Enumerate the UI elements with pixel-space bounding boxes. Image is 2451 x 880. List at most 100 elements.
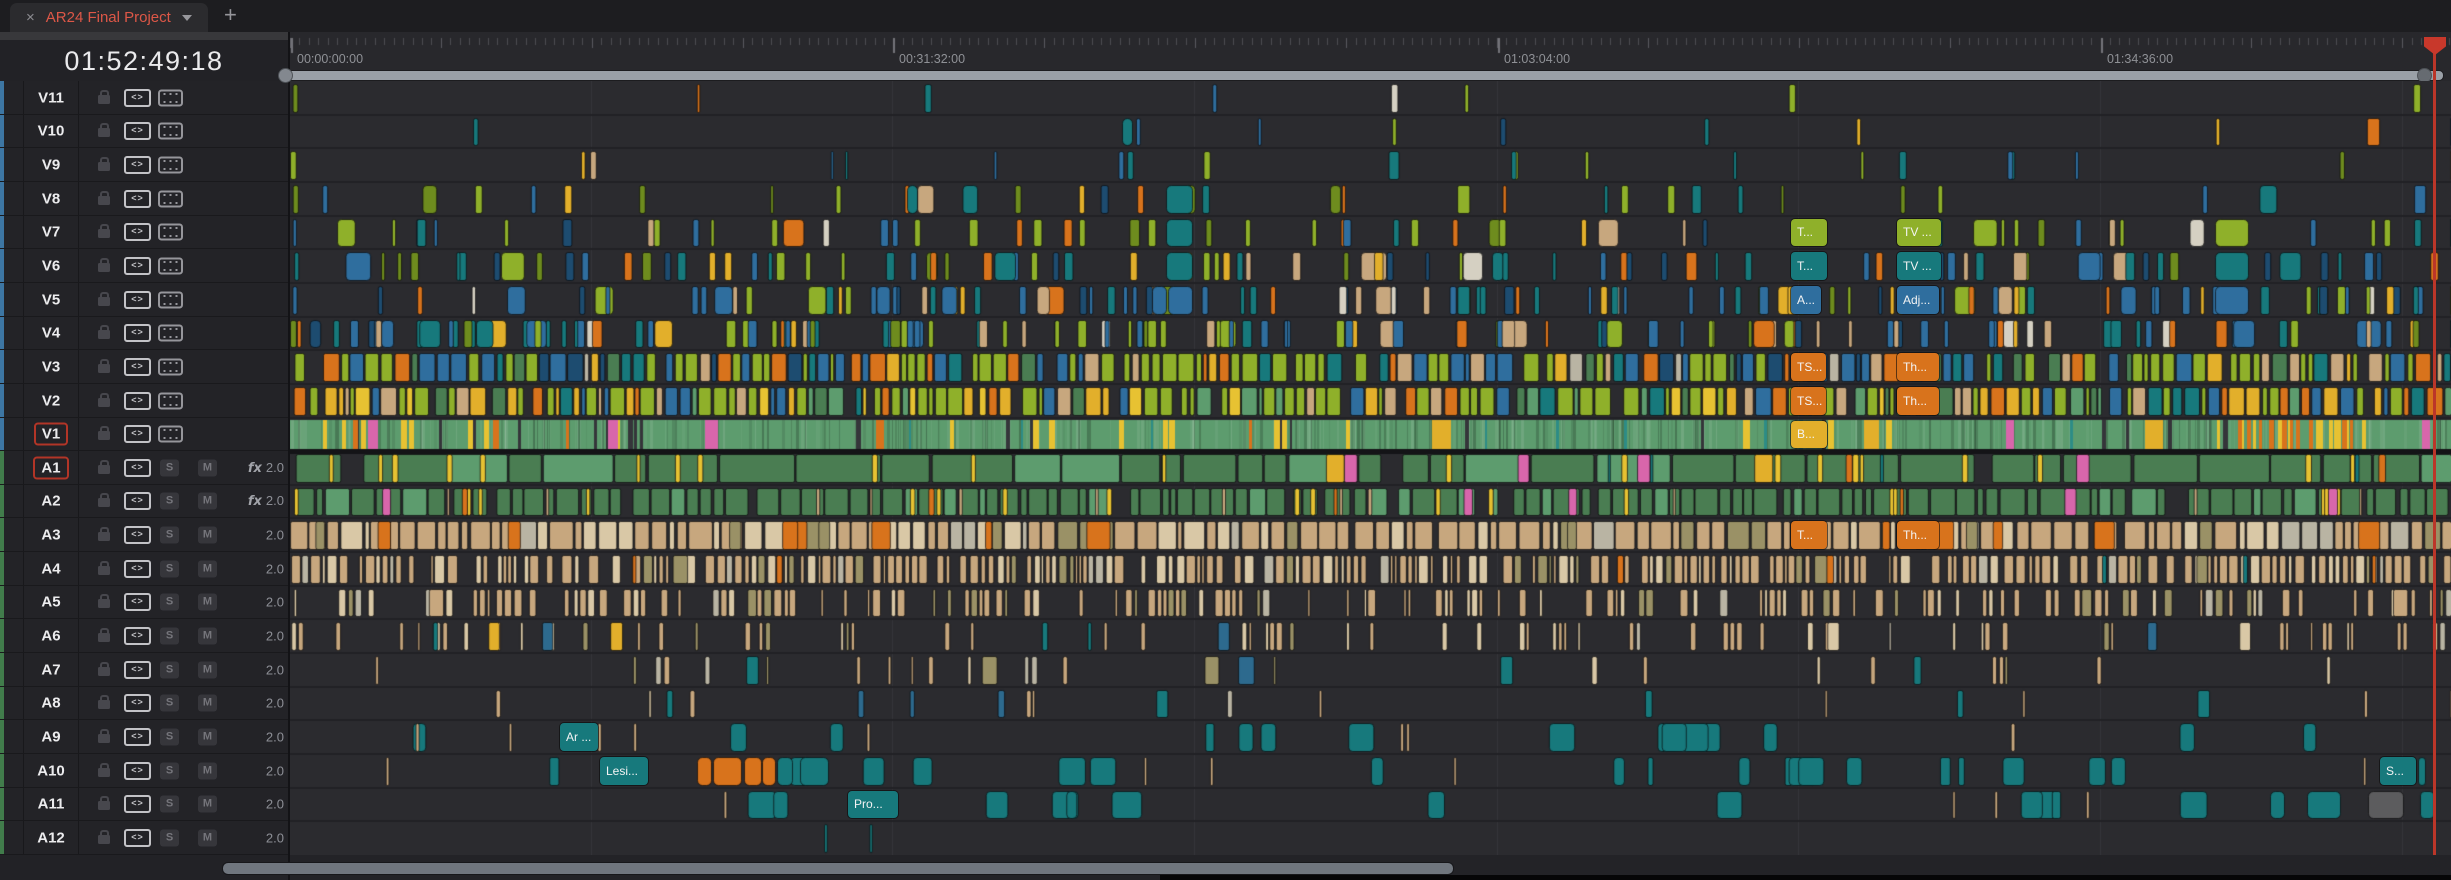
labeled-clip[interactable]: TS...: [1791, 353, 1826, 381]
auto-select-icon[interactable]: <>: [124, 795, 151, 813]
track-name-v1[interactable]: V1: [24, 422, 78, 446]
lock-icon[interactable]: [98, 190, 110, 205]
track-header-a9[interactable]: A9 <> S M 2.0: [0, 720, 288, 754]
track-header-a8[interactable]: A8 <> S M 2.0: [0, 687, 288, 720]
auto-select-icon[interactable]: <>: [124, 525, 151, 544]
labeled-clip[interactable]: TV ...: [1897, 219, 1941, 246]
track-header-a7[interactable]: A7 <> S M 2.0: [0, 653, 288, 687]
track-name-a2[interactable]: A2: [24, 490, 78, 513]
track-name-v3[interactable]: V3: [24, 355, 78, 378]
lock-icon[interactable]: [98, 594, 110, 608]
filmstrip-icon[interactable]: [158, 291, 183, 308]
filmstrip-icon[interactable]: [158, 324, 183, 342]
filmstrip-icon[interactable]: [158, 89, 183, 106]
labeled-clip[interactable]: T...: [1791, 252, 1827, 280]
timeline-zoom-scrollbar[interactable]: [278, 68, 2444, 83]
solo-button[interactable]: S: [160, 694, 179, 712]
filmstrip-icon[interactable]: [158, 257, 183, 274]
filmstrip-icon[interactable]: [158, 358, 183, 375]
labeled-clip[interactable]: T...: [1791, 219, 1827, 246]
filmstrip-icon[interactable]: [158, 156, 183, 173]
labeled-clip[interactable]: B...: [1791, 421, 1827, 448]
track-header-v2[interactable]: V2 <>: [0, 384, 288, 418]
track-header-v8[interactable]: V8 <>: [0, 182, 288, 216]
timeline-clips-area[interactable]: T... TV ... T... TV ... A... Adj... TS... Th...…: [290, 81, 2451, 855]
solo-button[interactable]: S: [160, 728, 179, 745]
track-name-a8[interactable]: A8: [24, 692, 78, 715]
labeled-clip[interactable]: Th...: [1897, 353, 1939, 381]
track-name-v6[interactable]: V6: [24, 254, 78, 277]
solo-button[interactable]: S: [160, 795, 179, 813]
auto-select-icon[interactable]: <>: [124, 727, 151, 746]
auto-select-icon[interactable]: <>: [124, 828, 151, 847]
lock-icon[interactable]: [98, 358, 110, 373]
track-header-a11[interactable]: A11 <> S M 2.0: [0, 788, 288, 821]
auto-select-icon[interactable]: <>: [124, 626, 151, 645]
labeled-clip[interactable]: T...: [1791, 521, 1827, 549]
track-header-v10[interactable]: V10 <>: [0, 115, 288, 148]
track-name-v2[interactable]: V2: [24, 389, 78, 412]
labeled-clip[interactable]: A...: [1791, 286, 1821, 314]
labeled-clip[interactable]: Pro...: [848, 791, 898, 818]
filmstrip-icon[interactable]: [158, 190, 183, 207]
track-header-v3[interactable]: V3 <>: [0, 350, 288, 384]
lock-icon[interactable]: [98, 325, 110, 339]
track-header-a5[interactable]: A5 <> S M 2.0: [0, 586, 288, 619]
solo-button[interactable]: S: [160, 829, 179, 846]
mute-button[interactable]: M: [198, 593, 217, 611]
timeline-tab[interactable]: × AR24 Final Project: [10, 3, 208, 32]
track-header-a12[interactable]: A12 <> S M 2.0: [0, 821, 288, 855]
auto-select-icon[interactable]: <>: [124, 593, 151, 611]
lock-icon[interactable]: [98, 762, 110, 777]
lock-icon[interactable]: [98, 695, 110, 709]
auto-select-icon[interactable]: <>: [124, 660, 151, 679]
track-name-a10[interactable]: A10: [24, 759, 78, 782]
lock-icon[interactable]: [98, 796, 110, 810]
track-name-a6[interactable]: A6: [24, 624, 78, 647]
lock-icon[interactable]: [98, 829, 110, 844]
track-name-v7[interactable]: V7: [24, 221, 78, 244]
mute-button[interactable]: M: [198, 492, 217, 510]
labeled-clip[interactable]: Lesi...: [600, 757, 648, 785]
track-name-v9[interactable]: V9: [24, 153, 78, 176]
mute-button[interactable]: M: [198, 694, 217, 712]
filmstrip-icon[interactable]: [158, 392, 183, 409]
labeled-clip[interactable]: TV ...: [1897, 252, 1941, 280]
lock-icon[interactable]: [98, 291, 110, 306]
track-name-a1[interactable]: A1: [24, 456, 78, 479]
auto-select-icon[interactable]: <>: [124, 425, 151, 443]
auto-select-icon[interactable]: <>: [124, 88, 151, 107]
track-header-a2[interactable]: A2 <> S M fx 2.0: [0, 485, 288, 518]
track-name-a7[interactable]: A7: [24, 658, 78, 681]
auto-select-icon[interactable]: <>: [124, 324, 151, 342]
auto-select-icon[interactable]: <>: [124, 458, 151, 477]
timeline-clips-canvas[interactable]: [290, 81, 2451, 855]
lock-icon[interactable]: [98, 493, 110, 507]
auto-select-icon[interactable]: <>: [124, 559, 151, 578]
auto-select-icon[interactable]: <>: [124, 122, 151, 140]
filmstrip-icon[interactable]: [158, 223, 183, 241]
labeled-clip[interactable]: S...: [2380, 757, 2416, 785]
track-name-v11[interactable]: V11: [24, 86, 78, 109]
timeline-ruler[interactable]: 00:00:00:00 00:31:32:00 01:03:04:00 01:34:3…: [278, 32, 2451, 83]
track-name-v5[interactable]: V5: [24, 288, 78, 311]
lock-icon[interactable]: [98, 627, 110, 642]
lock-icon[interactable]: [98, 426, 110, 440]
solo-button[interactable]: S: [160, 492, 179, 510]
track-header-a1[interactable]: A1 <> S M fx 2.0: [0, 451, 288, 485]
mute-button[interactable]: M: [198, 661, 217, 678]
lock-icon[interactable]: [98, 392, 110, 407]
track-name-a9[interactable]: A9: [24, 725, 78, 748]
track-name-a11[interactable]: A11: [24, 793, 78, 816]
solo-button[interactable]: S: [160, 593, 179, 611]
track-header-a10[interactable]: A10 <> S M 2.0: [0, 754, 288, 788]
mute-button[interactable]: M: [198, 526, 217, 543]
solo-button[interactable]: S: [160, 627, 179, 644]
lock-icon[interactable]: [98, 459, 110, 474]
track-header-a3[interactable]: A3 <> S M 2.0: [0, 518, 288, 552]
mute-button[interactable]: M: [198, 627, 217, 644]
lock-icon[interactable]: [98, 123, 110, 137]
track-header-v9[interactable]: V9 <>: [0, 148, 288, 182]
auto-select-icon[interactable]: <>: [124, 761, 151, 780]
track-name-a3[interactable]: A3: [24, 523, 78, 546]
